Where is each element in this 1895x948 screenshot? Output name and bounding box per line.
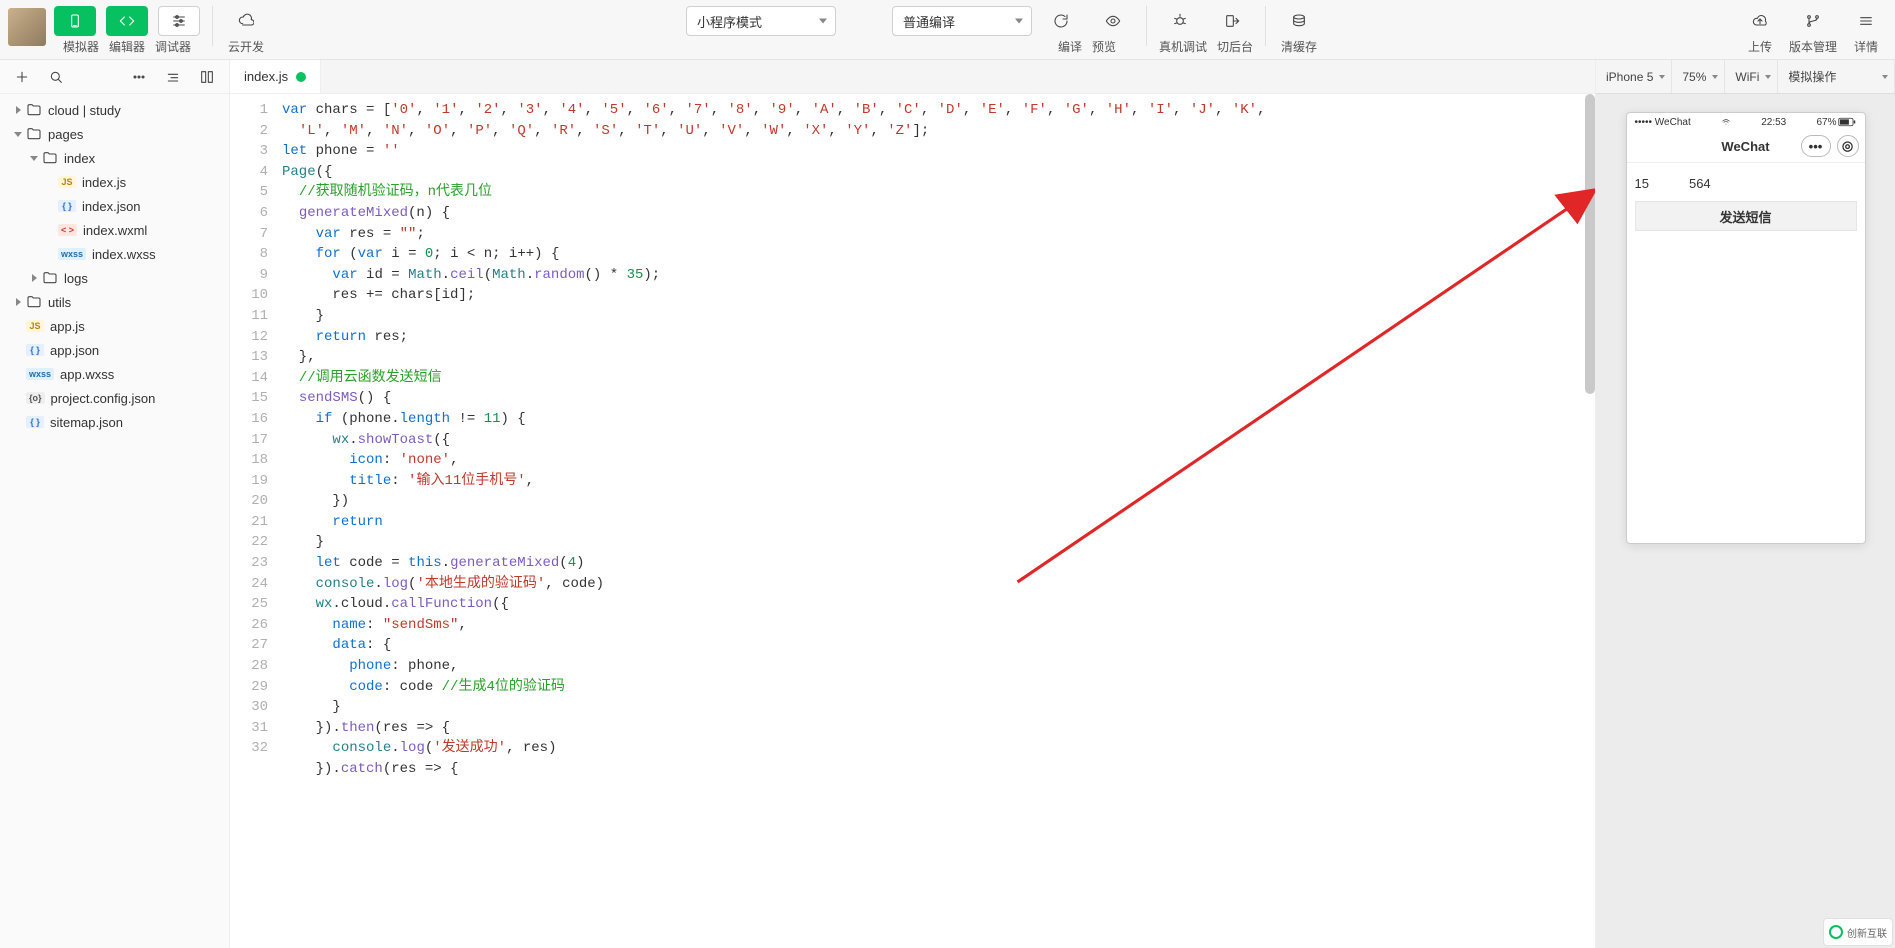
file-project-config-json[interactable]: {o}project.config.json: [0, 386, 229, 410]
folder-utils[interactable]: utils: [0, 290, 229, 314]
phone-status-bar: ••••• WeChat 22:53 67%: [1627, 113, 1865, 131]
folder-logs[interactable]: logs: [0, 266, 229, 290]
mode-dropdown[interactable]: 小程序模式: [686, 6, 836, 36]
file-explorer: cloud | studypagesindexJSindex.js{ }inde…: [0, 60, 230, 948]
compile-button[interactable]: [1040, 6, 1082, 36]
preview-label: 预览: [1092, 38, 1116, 56]
network-dropdown[interactable]: WiFi: [1725, 60, 1778, 93]
bug-icon: [1172, 13, 1188, 29]
branch-icon: [1805, 13, 1821, 29]
details-label: 详情: [1854, 38, 1878, 56]
tab-index-js[interactable]: index.js: [230, 60, 321, 93]
refresh-icon: [1053, 13, 1069, 29]
simulator-label: 模拟器: [63, 38, 99, 56]
phone-body: 15 564 发送短信: [1627, 163, 1865, 543]
simulator-panel: iPhone 5 75% WiFi 模拟操作 ••••• WeChat 22:5…: [1595, 60, 1895, 948]
file-app-json[interactable]: { }app.json: [0, 338, 229, 362]
watermark-text: 创新互联: [1847, 925, 1887, 940]
device-dropdown[interactable]: iPhone 5: [1596, 60, 1672, 93]
compile-mode-value: 普通编译: [903, 12, 955, 31]
debugger-button[interactable]: [158, 6, 200, 36]
eye-icon: [1105, 13, 1121, 29]
compile-mode-dropdown[interactable]: 普通编译: [892, 6, 1032, 36]
phone-number-masked: [1649, 176, 1689, 190]
capsule-menu-button[interactable]: •••: [1801, 135, 1831, 157]
clear-cache-label: 清缓存: [1281, 38, 1317, 56]
file-app-wxss[interactable]: wxssapp.wxss: [0, 362, 229, 386]
watermark: 创新互联: [1823, 918, 1893, 946]
settings-sliders-icon: [171, 13, 187, 29]
clear-cache-button[interactable]: [1278, 6, 1320, 36]
tab-modified-indicator: [296, 72, 306, 82]
layout-toggle-icon[interactable]: [199, 69, 215, 85]
code-editor[interactable]: 1234567891011121314151617181920212223242…: [230, 94, 1595, 948]
phone-number-prefix: 15: [1635, 176, 1649, 191]
file-index-json[interactable]: { }index.json: [0, 194, 229, 218]
simulator-button[interactable]: [54, 6, 96, 36]
exit-icon: [1224, 13, 1240, 29]
tab-title: index.js: [244, 69, 288, 84]
battery-icon: [1838, 117, 1856, 127]
mode-dropdown-value: 小程序模式: [697, 12, 762, 31]
folder-cloud-study[interactable]: cloud | study: [0, 98, 229, 122]
cloud-dev-button[interactable]: [225, 6, 267, 36]
version-label: 版本管理: [1789, 38, 1837, 56]
time-text: 22:53: [1761, 117, 1786, 128]
watermark-icon: [1829, 925, 1843, 939]
carrier-text: ••••• WeChat: [1635, 117, 1691, 128]
zoom-dropdown[interactable]: 75%: [1672, 60, 1725, 93]
file-index-wxss[interactable]: wxssindex.wxss: [0, 242, 229, 266]
editor-button[interactable]: [106, 6, 148, 36]
cloud-loop-icon: [238, 13, 254, 29]
editor-label: 编辑器: [109, 38, 145, 56]
stack-icon: [1291, 13, 1307, 29]
upload-button[interactable]: [1739, 6, 1781, 36]
background-button[interactable]: [1211, 6, 1253, 36]
remote-debug-label: 真机调试: [1159, 38, 1207, 56]
upload-label: 上传: [1748, 38, 1772, 56]
menu-icon: [1858, 13, 1874, 29]
phone-icon: [67, 13, 83, 29]
debugger-label: 调试器: [155, 38, 191, 56]
version-button[interactable]: [1792, 6, 1834, 36]
compile-label: 编译: [1058, 38, 1082, 56]
simulator-toolbar: iPhone 5 75% WiFi 模拟操作: [1596, 60, 1895, 94]
code-icon: [119, 13, 135, 29]
avatar[interactable]: [8, 8, 46, 46]
details-button[interactable]: [1845, 6, 1887, 36]
file-app-js[interactable]: JSapp.js: [0, 314, 229, 338]
send-sms-button[interactable]: 发送短信: [1635, 201, 1857, 231]
line-gutter: 1234567891011121314151617181920212223242…: [230, 94, 278, 948]
phone-preview: ••••• WeChat 22:53 67% WeChat ••• ◎: [1626, 112, 1866, 544]
remote-debug-button[interactable]: [1159, 6, 1201, 36]
folder-pages[interactable]: pages: [0, 122, 229, 146]
file-sitemap-json[interactable]: { }sitemap.json: [0, 410, 229, 434]
preview-button[interactable]: [1092, 6, 1134, 36]
battery-text: 67%: [1816, 117, 1836, 128]
code-content[interactable]: var chars = ['0', '1', '2', '3', '4', '5…: [278, 94, 1595, 948]
search-icon[interactable]: [48, 69, 64, 85]
editor-tabs: index.js: [230, 60, 1595, 94]
more-icon[interactable]: [131, 69, 147, 85]
file-index-js[interactable]: JSindex.js: [0, 170, 229, 194]
capsule-close-button[interactable]: ◎: [1837, 135, 1859, 157]
background-label: 切后台: [1217, 38, 1253, 56]
cloud-upload-icon: [1752, 13, 1768, 29]
new-file-icon[interactable]: [14, 69, 30, 85]
scrollbar-thumb[interactable]: [1585, 94, 1595, 394]
editor-area: index.js 1234567891011121314151617181920…: [230, 60, 1595, 948]
explorer-toolbar: [0, 60, 229, 94]
sim-ops-dropdown[interactable]: 模拟操作: [1778, 60, 1895, 93]
collapse-icon[interactable]: [165, 69, 181, 85]
phone-number-suffix: 564: [1689, 176, 1711, 191]
cloud-dev-label: 云开发: [228, 38, 264, 56]
top-toolbar: 模拟器 编辑器 调试器 云开发 小程序模式 普通编译: [0, 0, 1895, 60]
wifi-icon: [1721, 117, 1731, 127]
folder-index[interactable]: index: [0, 146, 229, 170]
nav-title: WeChat: [1721, 139, 1769, 154]
file-tree: cloud | studypagesindexJSindex.js{ }inde…: [0, 94, 229, 948]
phone-navbar: WeChat ••• ◎: [1627, 131, 1865, 163]
file-index-wxml[interactable]: < >index.wxml: [0, 218, 229, 242]
